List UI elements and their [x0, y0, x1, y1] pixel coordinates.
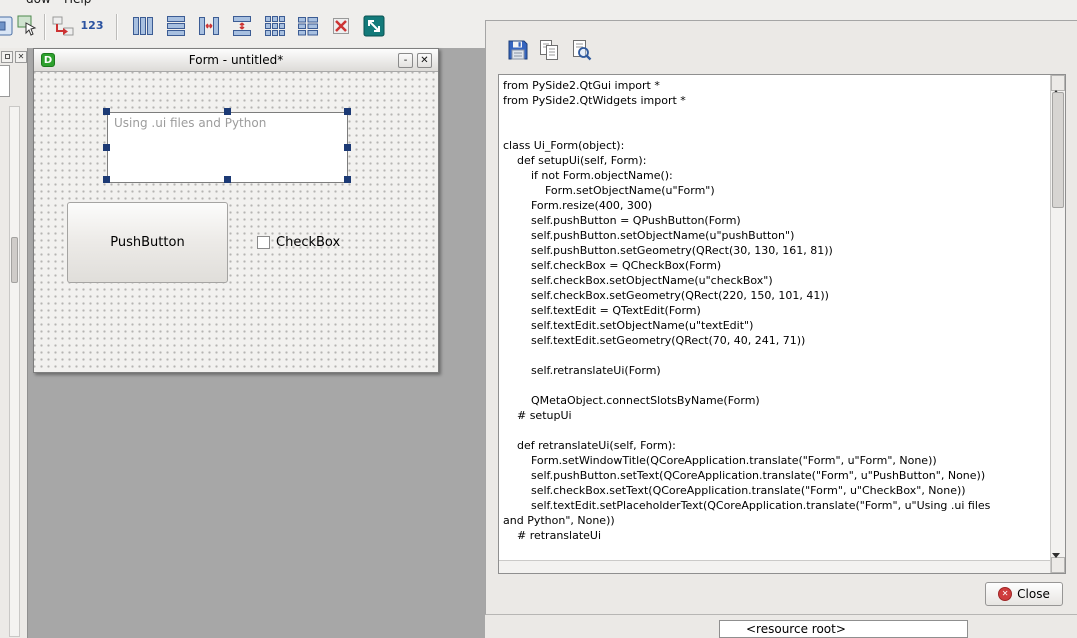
resource-tree: <resource root> [719, 620, 968, 638]
edit-signals-slots-icon[interactable] [51, 14, 75, 38]
checkbox-widget[interactable]: CheckBox [257, 222, 358, 263]
save-icon[interactable] [506, 38, 530, 62]
selection-handle-top-right[interactable] [344, 108, 351, 115]
scroll-down-button[interactable] [1051, 557, 1065, 573]
resource-root-item[interactable]: <resource root> [720, 621, 967, 637]
menu-help[interactable]: Help [64, 0, 91, 6]
layout-grid-icon[interactable] [263, 14, 287, 38]
widget-edit-icon[interactable] [0, 14, 14, 38]
selection-handle-top-left[interactable] [103, 108, 110, 115]
edit-widgets-icon[interactable] [16, 14, 40, 38]
adjust-size-icon[interactable] [362, 14, 386, 38]
resource-browser-dock: <resource root> [485, 615, 1077, 638]
selection-handle-bottom-right[interactable] [344, 176, 351, 183]
arrow-down-icon [1052, 553, 1060, 572]
form-window-titlebar[interactable]: D Form - untitled* - ✕ [34, 49, 438, 72]
form-window-icon: D [41, 53, 55, 67]
toolbar-separator [116, 14, 118, 40]
code-preview-dialog: from PySide2.QtGui import * from PySide2… [485, 20, 1077, 615]
form-canvas[interactable]: Using .ui files and Python PushButton Ch… [34, 72, 438, 372]
layout-horizontal-icon[interactable] [131, 14, 155, 38]
selection-handle-middle-left[interactable] [103, 144, 110, 151]
code-hscrollbar[interactable] [499, 560, 1050, 573]
textedit-placeholder: Using .ui files and Python [108, 113, 347, 133]
tab-order-label: 123 [80, 14, 104, 38]
menubar: dow Help [0, 0, 1077, 7]
pushbutton-widget[interactable]: PushButton [67, 202, 228, 283]
scrollbar-thumb[interactable] [11, 237, 18, 283]
selection-handle-top-middle[interactable] [224, 108, 231, 115]
pushbutton-label: PushButton [110, 235, 184, 250]
scroll-up-button[interactable] [1051, 75, 1065, 91]
close-dialog-button[interactable]: ✕ Close [985, 582, 1063, 606]
resource-root-label: <resource root> [746, 622, 846, 636]
copy-icon[interactable] [537, 38, 561, 62]
selection-handle-bottom-middle[interactable] [224, 176, 231, 183]
code-text[interactable]: from PySide2.QtGui import * from PySide2… [499, 75, 1050, 560]
selection-handle-bottom-left[interactable] [103, 176, 110, 183]
find-icon[interactable] [569, 38, 593, 62]
code-view: from PySide2.QtGui import * from PySide2… [498, 74, 1066, 574]
widget-box-dock: ✕ [0, 48, 28, 638]
textedit-widget[interactable]: Using .ui files and Python [107, 112, 348, 183]
break-layout-icon[interactable] [329, 14, 353, 38]
layout-splitter-vertical-icon[interactable] [230, 14, 254, 38]
toolbar-separator [44, 14, 46, 40]
dock-float-button[interactable] [1, 51, 13, 63]
close-icon: ✕ [18, 52, 25, 61]
close-button[interactable]: ✕ [417, 53, 432, 68]
checkbox-label: CheckBox [276, 235, 340, 250]
minimize-button[interactable]: - [398, 53, 413, 68]
form-window-title: Form - untitled* [34, 49, 438, 71]
checkbox-indicator[interactable] [257, 236, 270, 249]
float-icon [5, 54, 10, 59]
close-button-label: Close [1017, 587, 1050, 601]
dock-close-button[interactable]: ✕ [15, 51, 27, 63]
tab-order-icon[interactable]: 123 [80, 14, 104, 38]
widget-filter-input[interactable] [0, 65, 10, 97]
widget-box-scrollbar[interactable] [9, 106, 20, 637]
layout-form-icon[interactable] [296, 14, 320, 38]
qt-designer-screen: dow Help 123 [0, 0, 1077, 638]
close-circle-icon: ✕ [998, 587, 1012, 601]
menu-window[interactable]: dow [26, 0, 51, 6]
vscrollbar-thumb[interactable] [1052, 92, 1064, 208]
code-vscrollbar[interactable] [1050, 75, 1065, 573]
layout-vertical-icon[interactable] [164, 14, 188, 38]
selection-handle-middle-right[interactable] [344, 144, 351, 151]
form-editor-window: D Form - untitled* - ✕ Using .ui files a… [33, 48, 439, 373]
layout-splitter-horizontal-icon[interactable] [197, 14, 221, 38]
